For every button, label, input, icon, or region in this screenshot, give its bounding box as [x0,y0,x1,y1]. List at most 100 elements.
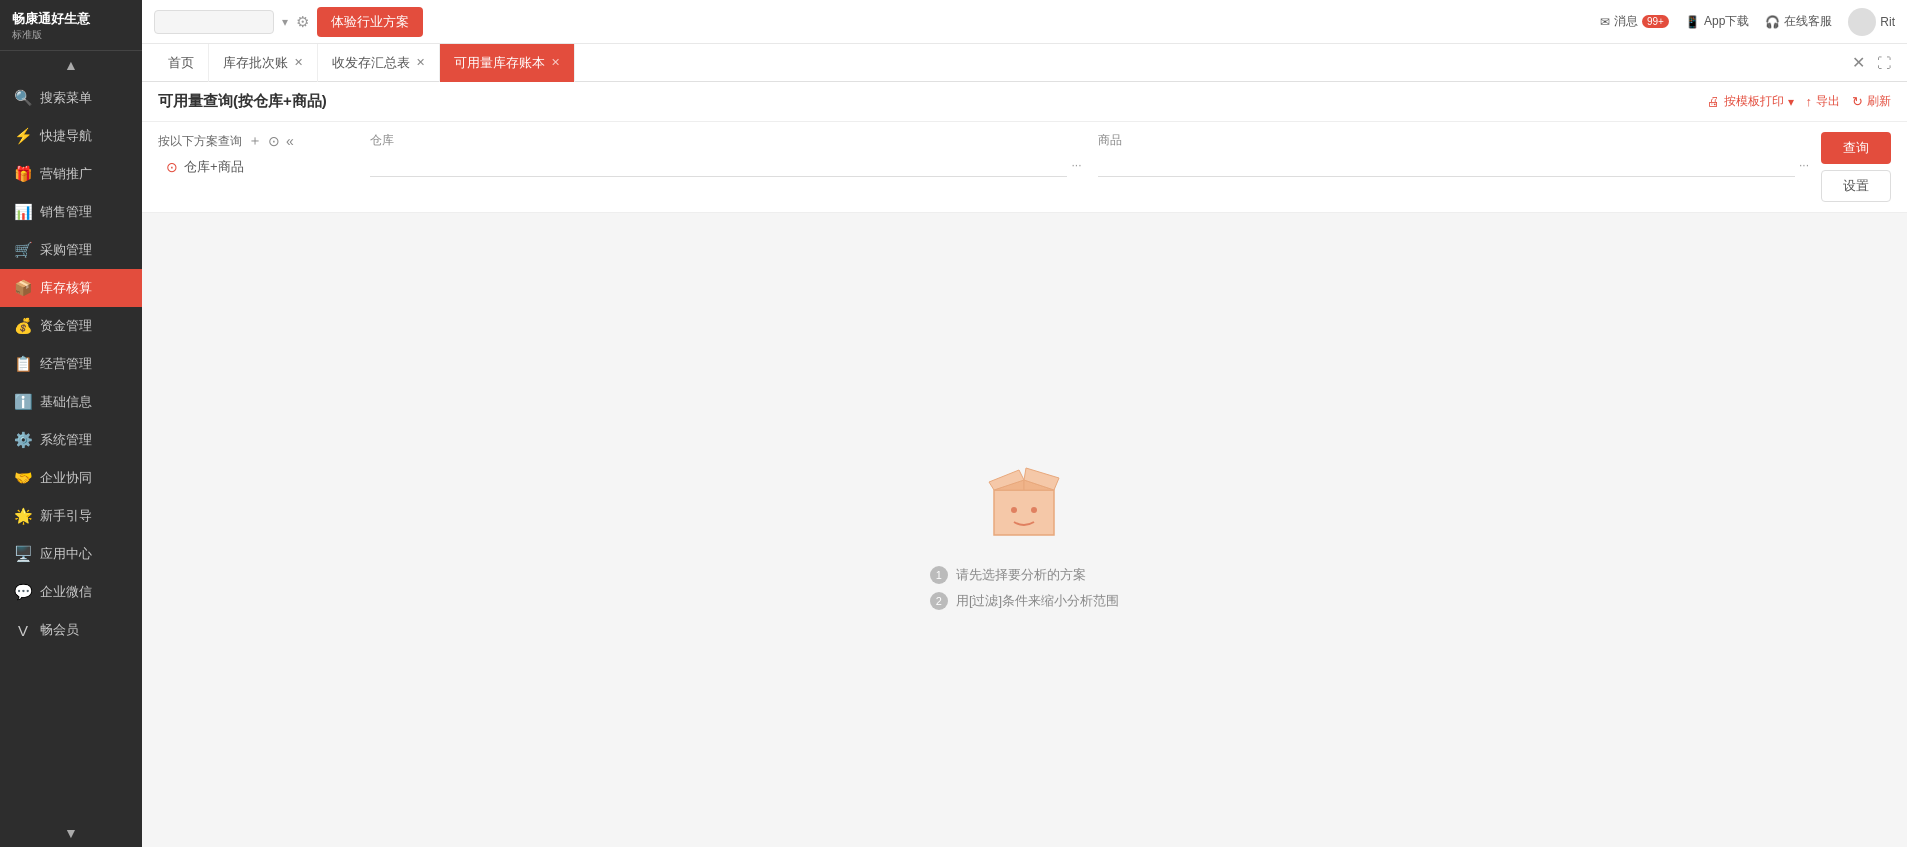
product-input-row: ··· [1098,153,1810,177]
message-button[interactable]: ✉ 消息 99+ [1600,13,1669,30]
product-input[interactable] [1098,153,1795,177]
print-button[interactable]: 🖨 按模板打印 ▾ [1707,93,1794,110]
sidebar-item-inventory[interactable]: 📦 库存核算 [0,269,142,307]
svg-point-5 [1011,507,1017,513]
svg-point-6 [1031,507,1037,513]
empty-tip-2: 2 用[过滤]条件来缩小分析范围 [930,592,1119,610]
page-header-actions: 🖨 按模板打印 ▾ ↑ 导出 ↻ 刷新 [1707,93,1892,110]
warehouse-input-row: ··· [370,153,1082,177]
filter-area: 按以下方案查询 ＋ ⊙ « ⊙ 仓库+商品 仓库 ··· 商品 [142,122,1907,213]
filter-warehouse-field: 仓库 ··· [370,132,1082,177]
trial-button[interactable]: 体验行业方案 [317,7,423,37]
product-more-button[interactable]: ··· [1799,158,1809,172]
filter-scheme-header: 按以下方案查询 ＋ ⊙ « [158,132,358,150]
empty-state: 1 请先选择要分析的方案 2 用[过滤]条件来缩小分析范围 [930,450,1119,610]
warehouse-label: 仓库 [370,132,1082,149]
scheme-icon: ⊙ [166,159,178,175]
cart-icon: 🛒 [14,241,32,259]
info-icon: ℹ️ [14,393,32,411]
sidebar-item-search[interactable]: 🔍 搜索菜单 [0,79,142,117]
phone-icon: 📱 [1685,15,1700,29]
empty-tip-1: 1 请先选择要分析的方案 [930,566,1119,584]
tabs-actions: ✕ ⛶ [1848,53,1895,72]
vip-icon: V [14,622,32,639]
sidebar-item-sales[interactable]: 📊 销售管理 [0,193,142,231]
filter-scheme: 按以下方案查询 ＋ ⊙ « ⊙ 仓库+商品 [158,132,358,180]
scheme-item-warehouse-product[interactable]: ⊙ 仓库+商品 [158,154,358,180]
filter-fields: 仓库 ··· 商品 ··· [370,132,1809,177]
star-icon: 🌟 [14,507,32,525]
scheme-add-button[interactable]: ＋ [248,132,262,150]
refresh-button[interactable]: ↻ 刷新 [1852,93,1891,110]
filter-action-buttons: 查询 设置 [1821,132,1891,202]
monitor-icon: 🖥️ [14,545,32,563]
export-button[interactable]: ↑ 导出 [1806,93,1841,110]
filter-product-field: 商品 ··· [1098,132,1810,177]
scheme-settings-button[interactable]: ⊙ [268,133,280,149]
topbar-gear-icon[interactable]: ⚙ [296,13,309,31]
sidebar-item-enterprise[interactable]: 🤝 企业协同 [0,459,142,497]
tab-home[interactable]: 首页 [154,44,209,82]
empty-tips: 1 请先选择要分析的方案 2 用[过滤]条件来缩小分析范围 [930,566,1119,610]
online-service-button[interactable]: 🎧 在线客服 [1765,13,1832,30]
headset-icon: 🎧 [1765,15,1780,29]
product-label: 商品 [1098,132,1810,149]
warehouse-more-button[interactable]: ··· [1071,158,1081,172]
refresh-icon: ↻ [1852,94,1863,109]
gear-icon: ⚙️ [14,431,32,449]
tabs-bar: 首页 库存批次账 ✕ 收发存汇总表 ✕ 可用量库存账本 ✕ ✕ ⛶ [142,44,1907,82]
tabs-expand-button[interactable]: ⛶ [1873,55,1895,71]
message-icon: ✉ [1600,15,1610,29]
sidebar-item-appstore[interactable]: 🖥️ 应用中心 [0,535,142,573]
export-icon: ↑ [1806,94,1813,109]
query-button[interactable]: 查询 [1821,132,1891,164]
app-download-button[interactable]: 📱 App下载 [1685,13,1749,30]
chart-icon: 📊 [14,203,32,221]
box-icon: 📦 [14,279,32,297]
sidebar-scroll-up[interactable]: ▲ [0,51,142,79]
handshake-icon: 🤝 [14,469,32,487]
print-icon: 🖨 [1707,94,1720,109]
tab-batch-account[interactable]: 库存批次账 ✕ [209,44,318,82]
tabs-close-all-button[interactable]: ✕ [1848,53,1869,72]
sidebar-item-wechat[interactable]: 💬 企业微信 [0,573,142,611]
lightning-icon: ⚡ [14,127,32,145]
sidebar-item-purchase[interactable]: 🛒 采购管理 [0,231,142,269]
chat-icon: 💬 [14,583,32,601]
sidebar-item-member[interactable]: V 畅会员 [0,611,142,649]
main-content: ▾ ⚙ 体验行业方案 ✉ 消息 99+ 📱 App下载 🎧 在线客服 Rit [142,0,1907,847]
page-title: 可用量查询(按仓库+商品) [158,92,327,111]
money-icon: 💰 [14,317,32,335]
sidebar-header: 畅康通好生意 标准版 [0,0,142,51]
sidebar-item-shortcut[interactable]: ⚡ 快捷导航 [0,117,142,155]
topbar-chevron-icon[interactable]: ▾ [282,15,288,29]
warehouse-input[interactable] [370,153,1067,177]
sidebar-scroll-down[interactable]: ▼ [0,819,142,847]
sidebar-nav: 🔍 搜索菜单 ⚡ 快捷导航 🎁 营销推广 📊 销售管理 🛒 采购管理 📦 库存核… [0,79,142,819]
sidebar: 畅康通好生意 标准版 ▲ 🔍 搜索菜单 ⚡ 快捷导航 🎁 营销推广 📊 销售管理… [0,0,142,847]
sidebar-item-system[interactable]: ⚙️ 系统管理 [0,421,142,459]
tab-close-available-qty[interactable]: ✕ [551,56,560,69]
page-header: 可用量查询(按仓库+商品) 🖨 按模板打印 ▾ ↑ 导出 ↻ 刷新 [142,82,1907,122]
topbar-right: ✉ 消息 99+ 📱 App下载 🎧 在线客服 Rit [1600,8,1895,36]
tab-receive-summary[interactable]: 收发存汇总表 ✕ [318,44,440,82]
user-avatar[interactable]: Rit [1848,8,1895,36]
tab-close-receive-summary[interactable]: ✕ [416,56,425,69]
settings-button[interactable]: 设置 [1821,170,1891,202]
tab-close-batch-account[interactable]: ✕ [294,56,303,69]
sidebar-item-finance[interactable]: 💰 资金管理 [0,307,142,345]
tab-available-qty[interactable]: 可用量库存账本 ✕ [440,44,575,82]
topbar-search-input[interactable] [154,10,274,34]
sidebar-item-operations[interactable]: 📋 经营管理 [0,345,142,383]
sidebar-item-guide[interactable]: 🌟 新手引导 [0,497,142,535]
empty-illustration [964,450,1084,550]
svg-marker-0 [994,490,1054,535]
print-chevron-icon: ▾ [1788,95,1794,109]
sidebar-item-basic[interactable]: ℹ️ 基础信息 [0,383,142,421]
search-icon: 🔍 [14,89,32,107]
scheme-collapse-button[interactable]: « [286,133,294,149]
content-area: 1 请先选择要分析的方案 2 用[过滤]条件来缩小分析范围 [142,213,1907,847]
app-logo: 畅康通好生意 标准版 [12,10,130,42]
gift-icon: 🎁 [14,165,32,183]
sidebar-item-marketing[interactable]: 🎁 营销推广 [0,155,142,193]
